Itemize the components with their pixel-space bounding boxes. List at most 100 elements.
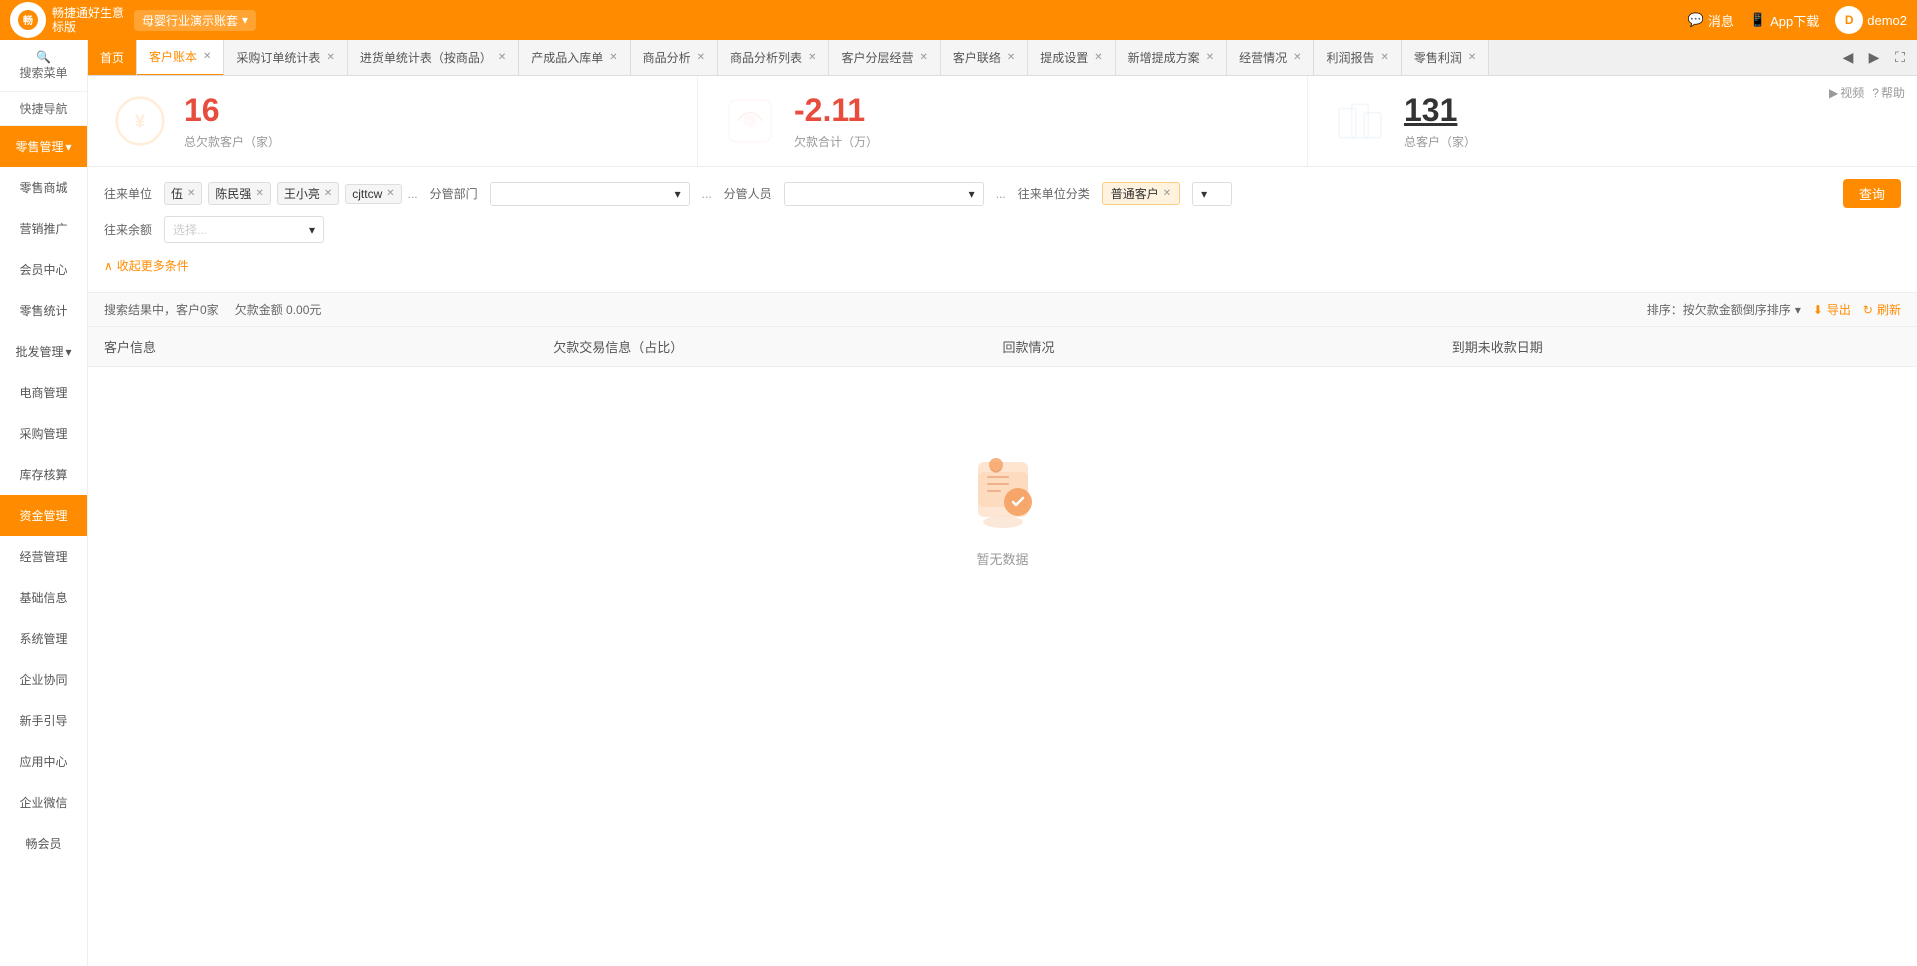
col-header-date: 到期未收款日期	[1452, 337, 1901, 356]
tab-operation[interactable]: 经营情况 ✕	[1227, 40, 1314, 76]
tab-close-icon[interactable]: ✕	[1293, 52, 1301, 63]
filter-tag-remove-chen[interactable]: ✕	[255, 188, 263, 199]
app-download-btn[interactable]: 📱 App下载	[1750, 11, 1819, 30]
tab-customer-cost[interactable]: 客户账本 ✕	[137, 40, 224, 76]
tab-new-improve[interactable]: 新增提成方案 ✕	[1116, 40, 1227, 76]
stat-total-debt-customers: ¥ 16 总欠款客户（家）	[88, 76, 698, 166]
filter-unit-label: 往来单位	[104, 185, 152, 202]
filter-category-dropdown[interactable]: ▾	[1192, 182, 1232, 206]
message-btn[interactable]: 💬 消息	[1688, 11, 1734, 30]
search-results-bar: 搜索结果中，客户0家 欠款金额 0.00元 排序：按欠款金额倒序排序 ▾ ⬇ 导…	[88, 293, 1917, 327]
sidebar-quick-nav[interactable]: 快捷导航	[0, 92, 87, 126]
tab-product-analysis[interactable]: 商品分析 ✕	[631, 40, 718, 76]
tab-close-icon[interactable]: ✕	[1468, 52, 1476, 63]
tab-home[interactable]: 首页	[88, 40, 137, 76]
stat-icon-customers: ¥	[112, 93, 168, 149]
help-btn[interactable]: ? 帮助	[1872, 84, 1905, 101]
tab-customer-seg[interactable]: 客户分层经营 ✕	[829, 40, 940, 76]
filter-area: 往来单位 伍 ✕ 陈民强 ✕ 王小亮	[88, 167, 1917, 293]
sort-select[interactable]: 排序：按欠款金额倒序排序 ▾	[1647, 301, 1801, 318]
tab-customer-contact[interactable]: 客户联络 ✕	[941, 40, 1028, 76]
tab-purchase-order[interactable]: 采购订单统计表 ✕	[224, 40, 347, 76]
filter-tag-remove-wu[interactable]: ✕	[187, 188, 195, 199]
tab-close-icon[interactable]: ✕	[1381, 52, 1389, 63]
tab-close-icon[interactable]: ✕	[326, 52, 334, 63]
filter-tag-chen: 陈民强 ✕	[208, 182, 270, 205]
sidebar-item-basic-info[interactable]: 基础信息	[0, 577, 87, 618]
filter-dept-dots[interactable]: ...	[702, 187, 712, 201]
filter-person-dots[interactable]: ...	[996, 187, 1006, 201]
account-selector[interactable]: 母婴行业演示账套 ▾	[134, 10, 256, 31]
stat-right-actions: ▶ 视频 ? 帮助	[1829, 84, 1905, 101]
svg-text:¥: ¥	[135, 111, 146, 132]
stat-info-total: 131 总客户（家）	[1404, 92, 1476, 150]
chevron-down-icon: ▾	[65, 140, 71, 154]
filter-person-select[interactable]: ▾	[784, 182, 984, 206]
search-results-right: 排序：按欠款金额倒序排序 ▾ ⬇ 导出 ↻ 刷新	[1647, 301, 1901, 318]
video-btn[interactable]: ▶ 视频	[1829, 84, 1864, 101]
debt-amount-text: 欠款金额 0.00元	[235, 301, 322, 318]
sidebar-item-enterprise[interactable]: 企业协同	[0, 659, 87, 700]
tab-close-icon[interactable]: ✕	[1094, 52, 1102, 63]
export-icon: ⬇	[1813, 303, 1823, 317]
tab-close-icon[interactable]: ✕	[697, 52, 705, 63]
sidebar-item-marketing[interactable]: 营销推广	[0, 208, 87, 249]
filter-tag-remove-cjttcw[interactable]: ✕	[386, 188, 394, 199]
sidebar-item-purchase[interactable]: 采购管理	[0, 413, 87, 454]
app-container: 畅 畅捷通好生意 标版 母婴行业演示账套 ▾ 💬 消息 📱 App下载 D	[0, 0, 1917, 966]
tab-close-icon[interactable]: ✕	[609, 52, 617, 63]
tab-improve-settings[interactable]: 提成设置 ✕	[1028, 40, 1115, 76]
tab-close-icon[interactable]: ✕	[919, 52, 927, 63]
sidebar-item-sys[interactable]: 系统管理	[0, 618, 87, 659]
sidebar-item-operation[interactable]: 经营管理	[0, 536, 87, 577]
user-menu[interactable]: D demo2	[1835, 6, 1907, 34]
tab-import-stats[interactable]: 进货单统计表（按商品） ✕	[348, 40, 519, 76]
filter-dept-label: 分管部门	[430, 185, 478, 202]
col-header-repay: 回款情况	[1003, 337, 1452, 356]
tab-profit-report[interactable]: 利润报告 ✕	[1314, 40, 1401, 76]
export-btn[interactable]: ⬇ 导出	[1813, 301, 1851, 318]
tab-product-import[interactable]: 产成品入库单 ✕	[519, 40, 630, 76]
tab-close-icon[interactable]: ✕	[498, 52, 506, 63]
stat-total-customers: 131 总客户（家） ▶ 视频 ? 帮助	[1308, 76, 1917, 166]
collapse-btn[interactable]: ∧ 收起更多条件	[104, 251, 1901, 280]
filter-category-remove[interactable]: ✕	[1163, 188, 1171, 199]
sidebar: 🔍 搜索菜单 快捷导航 零售管理 ▾ 零售商城 营销推广 会员中心	[0, 40, 88, 966]
logo-text: 畅捷通好生意 标版	[52, 6, 124, 35]
tab-close-icon[interactable]: ✕	[203, 51, 211, 62]
sidebar-search[interactable]: 🔍 搜索菜单	[0, 40, 87, 92]
tab-close-icon[interactable]: ✕	[808, 52, 816, 63]
sidebar-item-enterprise-wechat[interactable]: 企业微信	[0, 782, 87, 823]
filter-balance-select[interactable]: 选择... ▾	[164, 216, 324, 243]
query-button[interactable]: 查询	[1843, 179, 1901, 208]
stat-label-debt: 欠款合计（万）	[794, 133, 878, 150]
refresh-btn[interactable]: ↻ 刷新	[1863, 301, 1901, 318]
filter-tag-remove-wang[interactable]: ✕	[324, 188, 332, 199]
sidebar-item-inventory[interactable]: 库存核算	[0, 454, 87, 495]
sidebar-item-retail-mgmt[interactable]: 零售管理 ▾	[0, 126, 87, 167]
tab-scroll-left[interactable]: ◀	[1837, 47, 1859, 69]
tab-close-icon[interactable]: ✕	[1007, 52, 1015, 63]
refresh-icon: ↻	[1863, 303, 1873, 317]
sidebar-item-app-center[interactable]: 应用中心	[0, 741, 87, 782]
tab-retail-profit[interactable]: 零售利润 ✕	[1402, 40, 1489, 76]
filter-dept-select[interactable]: ▾	[490, 182, 690, 206]
filter-more-btn[interactable]: ...	[408, 187, 418, 201]
sidebar-item-member[interactable]: 畅会员	[0, 823, 87, 864]
sidebar-item-new-guide[interactable]: 新手引导	[0, 700, 87, 741]
tab-close-icon[interactable]: ✕	[1206, 52, 1214, 63]
logo: 畅 畅捷通好生意 标版	[10, 2, 124, 38]
filter-category-tag: 普通客户 ✕	[1102, 182, 1180, 205]
tab-expand[interactable]: ⛶	[1889, 47, 1911, 69]
sidebar-item-finance[interactable]: 资金管理	[0, 495, 87, 536]
sidebar-item-retail-stats[interactable]: 零售统计	[0, 290, 87, 331]
empty-icon	[958, 447, 1048, 537]
tab-product-analysis-list[interactable]: 商品分析列表 ✕	[718, 40, 829, 76]
sidebar-item-wholesale[interactable]: 批发管理 ▾	[0, 331, 87, 372]
sidebar-item-retail-mall[interactable]: 零售商城	[0, 167, 87, 208]
sidebar-item-member-center[interactable]: 会员中心	[0, 249, 87, 290]
tab-scroll-right[interactable]: ▶	[1863, 47, 1885, 69]
empty-state: 暂无数据	[88, 367, 1917, 648]
col-header-debt: 欠款交易信息（占比）	[553, 337, 1002, 356]
sidebar-item-ecommerce[interactable]: 电商管理	[0, 372, 87, 413]
